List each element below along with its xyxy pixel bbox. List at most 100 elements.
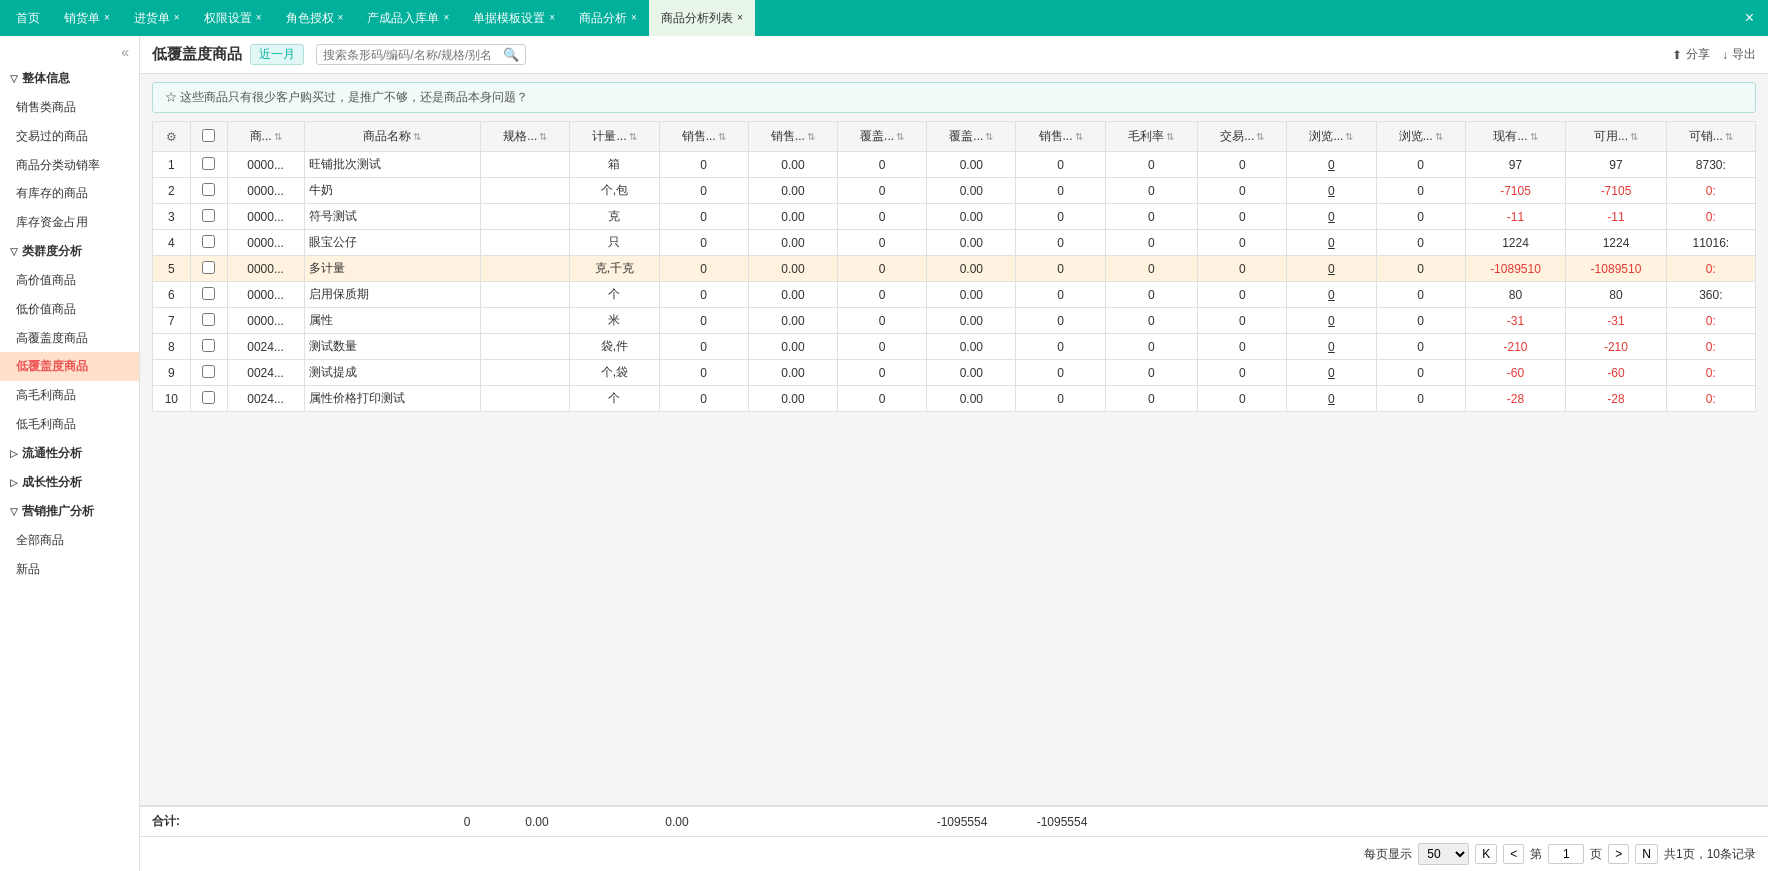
col-stock[interactable]: 现有...⇅ [1465,122,1565,152]
nav-home[interactable]: 首页 [4,0,52,36]
col-sellable[interactable]: 可销...⇅ [1666,122,1755,152]
select-all-checkbox[interactable] [202,129,215,142]
row-checkbox-cell[interactable] [190,386,227,412]
row-name[interactable]: 测试提成 [304,360,481,386]
row-checkbox[interactable] [202,313,215,326]
row-checkbox-cell[interactable] [190,360,227,386]
col-cover1[interactable]: 覆盖...⇅ [838,122,927,152]
row-browse1[interactable]: 0 [1287,178,1376,204]
nav-roles[interactable]: 角色授权 × [274,0,356,36]
sidebar-item-all-goods[interactable]: 全部商品 [0,526,139,555]
sidebar-item-sales-goods[interactable]: 销售类商品 [0,93,139,122]
sidebar-item-stocked-goods[interactable]: 有库存的商品 [0,179,139,208]
row-browse1[interactable]: 0 [1287,256,1376,282]
sidebar-section-liquidity[interactable]: ▷ 流通性分析 [0,439,139,468]
row-browse1[interactable]: 0 [1287,204,1376,230]
close-all-button[interactable]: × [1735,9,1764,27]
sidebar-item-high-margin[interactable]: 高毛利商品 [0,381,139,410]
prev-page-button[interactable]: < [1503,844,1524,864]
search-input[interactable] [323,48,503,62]
col-margin[interactable]: 毛利率⇅ [1105,122,1198,152]
next-page-button[interactable]: > [1608,844,1629,864]
row-checkbox-cell[interactable] [190,282,227,308]
col-sales-qty[interactable]: 销售...⇅ [659,122,748,152]
col-sales3[interactable]: 销售...⇅ [1016,122,1105,152]
row-browse1[interactable]: 0 [1287,334,1376,360]
sidebar-section-overall[interactable]: ▽ 整体信息 [0,64,139,93]
col-browse1[interactable]: 浏览...⇅ [1287,122,1376,152]
col-cover2[interactable]: 覆盖...⇅ [927,122,1016,152]
row-checkbox[interactable] [202,235,215,248]
sidebar-item-traded-goods[interactable]: 交易过的商品 [0,122,139,151]
row-name[interactable]: 旺铺批次测试 [304,152,481,178]
current-page-input[interactable] [1548,844,1584,864]
nav-production[interactable]: 产成品入库单 × [355,0,461,36]
sidebar-item-new-goods[interactable]: 新品 [0,555,139,584]
row-checkbox[interactable] [202,157,215,170]
col-code[interactable]: 商...⇅ [227,122,304,152]
col-name[interactable]: 商品名称⇅ [304,122,481,152]
row-browse1[interactable]: 0 [1287,230,1376,256]
row-browse1[interactable]: 0 [1287,152,1376,178]
sidebar-item-low-margin[interactable]: 低毛利商品 [0,410,139,439]
sidebar-item-category-rate[interactable]: 商品分类动销率 [0,151,139,180]
row-checkbox[interactable] [202,339,215,352]
row-name[interactable]: 属性 [304,308,481,334]
nav-analysis-list[interactable]: 商品分析列表 × [649,0,755,36]
col-settings[interactable]: ⚙ [153,122,191,152]
col-browse2[interactable]: 浏览...⇅ [1376,122,1465,152]
row-checkbox-cell[interactable] [190,334,227,360]
row-checkbox-cell[interactable] [190,308,227,334]
row-name[interactable]: 多计量 [304,256,481,282]
row-checkbox-cell[interactable] [190,178,227,204]
row-name[interactable]: 眼宝公仔 [304,230,481,256]
row-browse1[interactable]: 0 [1287,386,1376,412]
sidebar-collapse-button[interactable]: « [117,44,133,60]
row-checkbox[interactable] [202,261,215,274]
row-browse1[interactable]: 0 [1287,308,1376,334]
row-browse1[interactable]: 0 [1287,282,1376,308]
row-checkbox-cell[interactable] [190,230,227,256]
row-name[interactable]: 启用保质期 [304,282,481,308]
share-button[interactable]: ⬆ 分享 [1672,46,1710,63]
col-unit[interactable]: 计量...⇅ [570,122,659,152]
sidebar-item-low-coverage[interactable]: 低覆盖度商品 [0,352,139,381]
col-trade[interactable]: 交易...⇅ [1198,122,1287,152]
row-checkbox-cell[interactable] [190,256,227,282]
row-browse1[interactable]: 0 [1287,360,1376,386]
row-checkbox[interactable] [202,209,215,222]
period-tag[interactable]: 近一月 [250,44,304,65]
row-checkbox-cell[interactable] [190,204,227,230]
row-checkbox[interactable] [202,391,215,404]
nav-analysis[interactable]: 商品分析 × [567,0,649,36]
sidebar-section-cluster[interactable]: ▽ 类群度分析 [0,237,139,266]
nav-sales[interactable]: 销货单 × [52,0,122,36]
per-page-select[interactable]: 50 100 200 [1418,843,1469,865]
col-checkbox[interactable] [190,122,227,152]
col-available[interactable]: 可用...⇅ [1566,122,1666,152]
col-spec[interactable]: 规格...⇅ [481,122,570,152]
sidebar-item-high-coverage[interactable]: 高覆盖度商品 [0,324,139,353]
row-name[interactable]: 符号测试 [304,204,481,230]
nav-permissions[interactable]: 权限设置 × [192,0,274,36]
settings-icon[interactable]: ⚙ [166,130,177,144]
col-sales-amt[interactable]: 销售...⇅ [748,122,837,152]
sidebar-item-stock-capital[interactable]: 库存资金占用 [0,208,139,237]
export-button[interactable]: ↓ 导出 [1722,46,1756,63]
sidebar-item-low-value[interactable]: 低价值商品 [0,295,139,324]
row-name[interactable]: 测试数量 [304,334,481,360]
row-checkbox[interactable] [202,365,215,378]
row-name[interactable]: 属性价格打印测试 [304,386,481,412]
nav-templates[interactable]: 单据模板设置 × [461,0,567,36]
sidebar-section-marketing[interactable]: ▽ 营销推广分析 [0,497,139,526]
row-checkbox[interactable] [202,183,215,196]
row-checkbox-cell[interactable] [190,152,227,178]
row-available: -28 [1566,386,1666,412]
sidebar-item-high-value[interactable]: 高价值商品 [0,266,139,295]
row-checkbox[interactable] [202,287,215,300]
last-page-button[interactable]: N [1635,844,1658,864]
row-name[interactable]: 牛奶 [304,178,481,204]
nav-purchase[interactable]: 进货单 × [122,0,192,36]
first-page-button[interactable]: K [1475,844,1497,864]
sidebar-section-growth[interactable]: ▷ 成长性分析 [0,468,139,497]
